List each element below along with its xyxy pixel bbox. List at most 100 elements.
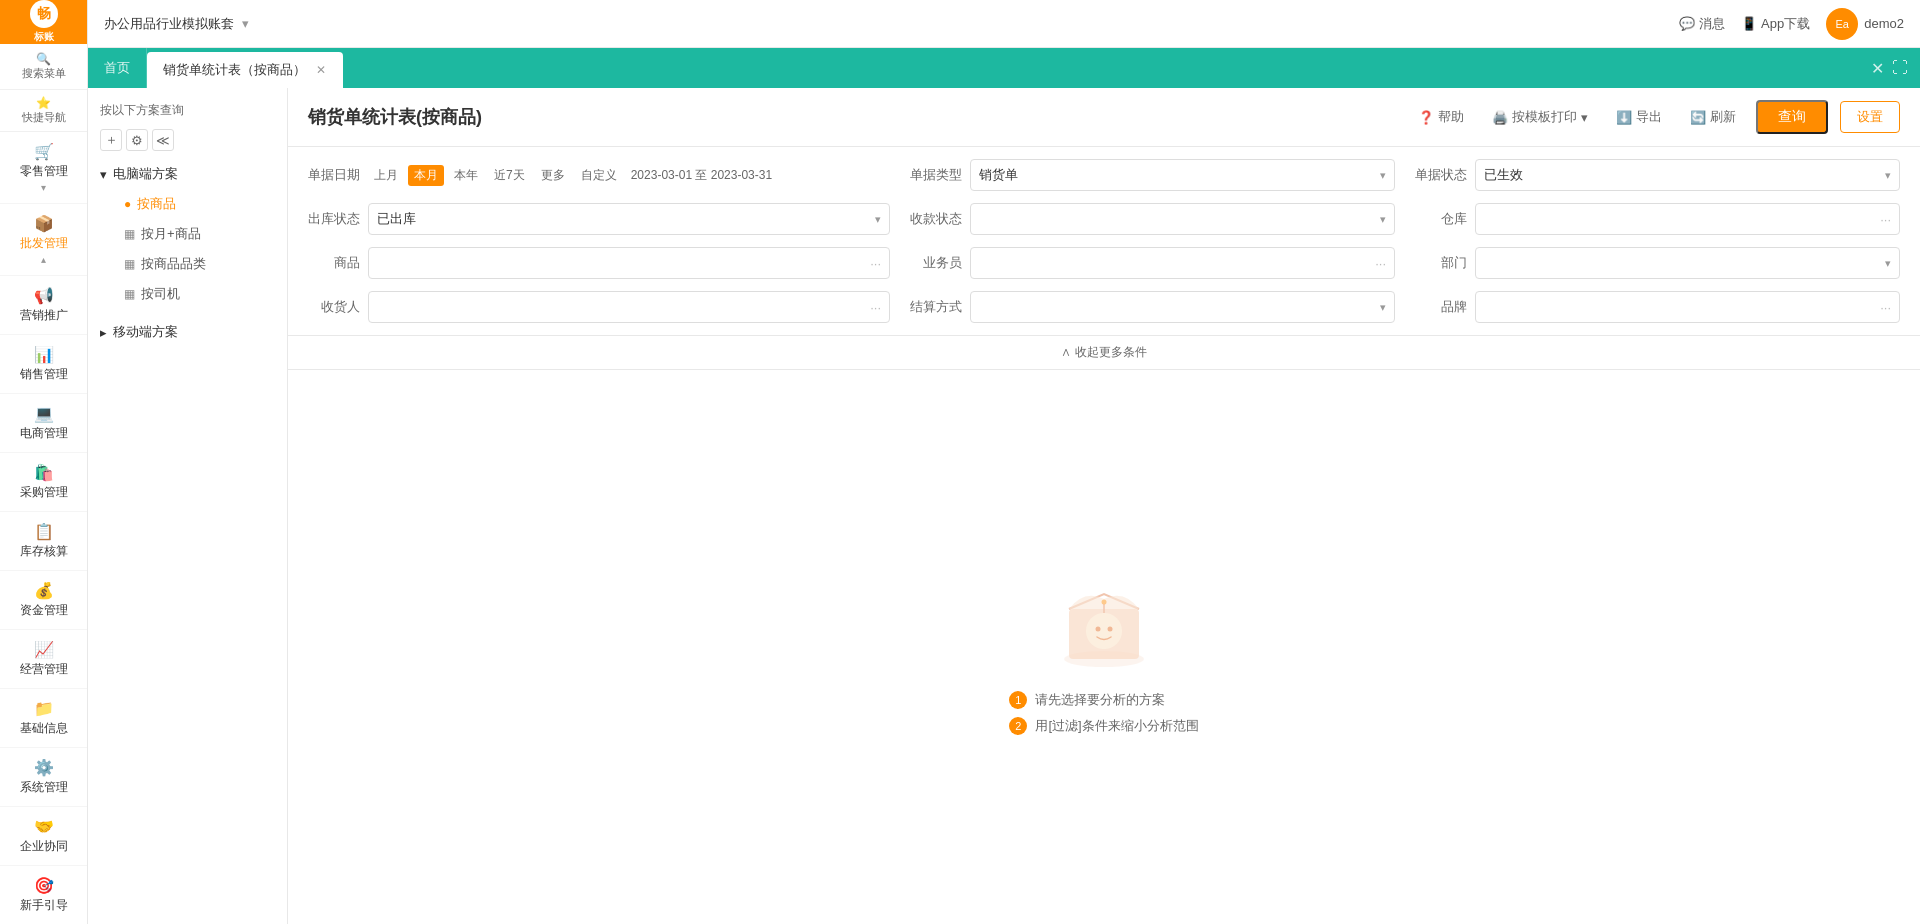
user-menu-btn[interactable]: Ea demo2 bbox=[1826, 8, 1904, 40]
doc-type-input[interactable]: 销货单 bbox=[970, 159, 1395, 191]
sidebar-item-finance[interactable]: 💰 资金管理 bbox=[0, 571, 87, 630]
sidebar-search[interactable]: 🔍 搜索菜单 bbox=[0, 44, 87, 90]
dept-arrow bbox=[1885, 257, 1891, 270]
date-tab-7days[interactable]: 近7天 bbox=[488, 165, 531, 186]
date-tab-custom[interactable]: 自定义 bbox=[575, 165, 623, 186]
tip-2-text: 用[过滤]条件来缩小分析范围 bbox=[1035, 717, 1198, 735]
date-tab-this-month[interactable]: 本月 bbox=[408, 165, 444, 186]
sidebar-item-basic[interactable]: 📁 基础信息 bbox=[0, 689, 87, 748]
settings-label: 设置 bbox=[1857, 108, 1883, 126]
sales-label: 销售管理 bbox=[20, 366, 68, 383]
close-tab-icon[interactable]: ✕ bbox=[1871, 59, 1884, 78]
sidebar-item-marketing[interactable]: 📢 营销推广 bbox=[0, 276, 87, 335]
by-category-label: 按商品品类 bbox=[141, 255, 206, 273]
svg-point-3 bbox=[1096, 627, 1101, 632]
sidebar-item-newbie[interactable]: 🎯 新手引导 bbox=[0, 866, 87, 924]
sidebar-item-enterprise[interactable]: 🤝 企业协同 bbox=[0, 807, 87, 866]
help-btn[interactable]: ❓ 帮助 bbox=[1410, 104, 1472, 130]
filter-out-status-field: 出库状态 已出库 bbox=[308, 203, 890, 235]
svg-point-2 bbox=[1086, 613, 1122, 649]
settings-btn[interactable]: 设置 bbox=[1840, 101, 1900, 133]
out-status-label: 出库状态 bbox=[308, 210, 368, 228]
scheme-item-by-category[interactable]: ▦ 按商品品类 bbox=[100, 249, 287, 279]
query-btn[interactable]: 查询 bbox=[1756, 100, 1828, 134]
scheme-item-by-product[interactable]: ● 按商品 bbox=[100, 189, 287, 219]
sidebar-item-operations[interactable]: 📈 经营管理 bbox=[0, 630, 87, 689]
sidebar-item-wholesale[interactable]: 📦 批发管理 ▴ bbox=[0, 204, 87, 276]
brand-input[interactable]: ··· bbox=[1475, 291, 1900, 323]
sidebar-item-system[interactable]: ⚙️ 系统管理 bbox=[0, 748, 87, 807]
help-icon: ❓ bbox=[1418, 110, 1434, 125]
salesperson-dots: ··· bbox=[1375, 256, 1386, 271]
user-name: demo2 bbox=[1864, 16, 1904, 31]
product-label: 商品 bbox=[308, 254, 368, 272]
filter-consignee-field: 收货人 ··· bbox=[308, 291, 890, 323]
scheme-item-by-printer[interactable]: ▦ 按司机 bbox=[100, 279, 287, 309]
logo-text: 标账 bbox=[34, 30, 54, 44]
basic-label: 基础信息 bbox=[20, 720, 68, 737]
receipt-status-arrow bbox=[1380, 213, 1386, 226]
filter-row-1: 单据日期 上月 本月 本年 近7天 更多 自定义 20 bbox=[308, 159, 1900, 191]
scheme-section-mobile-header[interactable]: ▸ 移动端方案 bbox=[88, 317, 287, 347]
tab-sales-stats[interactable]: 销货单统计表（按商品） ✕ bbox=[147, 52, 343, 88]
print-btn[interactable]: 🖨️ 按模板打印 ▾ bbox=[1484, 104, 1596, 130]
date-tab-this-year[interactable]: 本年 bbox=[448, 165, 484, 186]
system-icon: ⚙️ bbox=[34, 758, 54, 777]
tab-home[interactable]: 首页 bbox=[88, 48, 147, 88]
by-printer-label: 按司机 bbox=[141, 285, 180, 303]
message-btn[interactable]: 💬 消息 bbox=[1679, 15, 1725, 33]
help-label: 帮助 bbox=[1438, 108, 1464, 126]
date-tab-last-month[interactable]: 上月 bbox=[368, 165, 404, 186]
wholesale-arrow: ▴ bbox=[41, 254, 46, 265]
salesperson-input[interactable]: ··· bbox=[970, 247, 1395, 279]
industry-dropdown-icon[interactable]: ▾ bbox=[242, 16, 249, 31]
logo-icon: 畅 bbox=[30, 0, 58, 28]
product-input[interactable]: ··· bbox=[368, 247, 890, 279]
filter-warehouse-field: 仓库 ··· bbox=[1415, 203, 1900, 235]
operations-icon: 📈 bbox=[34, 640, 54, 659]
out-status-value: 已出库 bbox=[377, 210, 871, 228]
message-icon: 💬 bbox=[1679, 16, 1695, 31]
search-label: 搜索菜单 bbox=[22, 67, 66, 79]
sidebar-item-ecommerce[interactable]: 💻 电商管理 bbox=[0, 394, 87, 453]
scheme-section-pc: ▾ 电脑端方案 ● 按商品 ▦ 按月+商品 ▦ bbox=[88, 155, 287, 313]
sidebar-item-retail[interactable]: 🛒 零售管理 ▾ bbox=[0, 132, 87, 204]
industry-name: 办公用品行业模拟账套 bbox=[104, 15, 234, 33]
sidebar-item-purchase[interactable]: 🛍️ 采购管理 bbox=[0, 453, 87, 512]
scheme-add-btn[interactable]: ＋ bbox=[100, 129, 122, 151]
refresh-btn[interactable]: 🔄 刷新 bbox=[1682, 104, 1744, 130]
tip-num-2: 2 bbox=[1009, 717, 1027, 735]
receipt-status-input[interactable] bbox=[970, 203, 1395, 235]
filter-date-field: 单据日期 上月 本月 本年 近7天 更多 自定义 20 bbox=[308, 165, 890, 186]
newbie-icon: 🎯 bbox=[34, 876, 54, 895]
sidebar-item-quick-nav[interactable]: ⭐ 快捷导航 bbox=[0, 90, 87, 132]
consignee-input[interactable]: ··· bbox=[368, 291, 890, 323]
date-tab-more[interactable]: 更多 bbox=[535, 165, 571, 186]
app-logo[interactable]: 畅 标账 bbox=[0, 0, 87, 44]
warehouse-input[interactable]: ··· bbox=[1475, 203, 1900, 235]
scheme-item-by-month-product[interactable]: ▦ 按月+商品 bbox=[100, 219, 287, 249]
warehouse-dots: ··· bbox=[1880, 212, 1891, 227]
settlement-input[interactable] bbox=[970, 291, 1395, 323]
scheme-header-label: 按以下方案查询 bbox=[100, 102, 184, 119]
wholesale-label: 批发管理 bbox=[20, 235, 68, 252]
sidebar-item-sales[interactable]: 📊 销售管理 bbox=[0, 335, 87, 394]
doc-status-input[interactable]: 已生效 bbox=[1475, 159, 1900, 191]
avatar: Ea bbox=[1826, 8, 1858, 40]
home-tab-label: 首页 bbox=[104, 59, 130, 77]
dept-input[interactable] bbox=[1475, 247, 1900, 279]
tab-close-icon[interactable]: ✕ bbox=[316, 63, 326, 77]
export-btn[interactable]: ⬇️ 导出 bbox=[1608, 104, 1670, 130]
maximize-icon[interactable]: ⛶ bbox=[1892, 59, 1908, 77]
settlement-label: 结算方式 bbox=[910, 298, 970, 316]
scheme-section-pc-header[interactable]: ▾ 电脑端方案 bbox=[88, 159, 287, 189]
app-download-btn[interactable]: 📱 App下载 bbox=[1741, 15, 1810, 33]
collapse-conditions-btn[interactable]: ∧ 收起更多条件 bbox=[288, 336, 1920, 370]
svg-point-6 bbox=[1102, 600, 1107, 605]
tabbar-controls: ✕ ⛶ bbox=[1871, 59, 1920, 78]
out-status-input[interactable]: 已出库 bbox=[368, 203, 890, 235]
scheme-collapse-btn[interactable]: ≪ bbox=[152, 129, 174, 151]
scheme-settings-btn[interactable]: ⚙ bbox=[126, 129, 148, 151]
sidebar-item-inventory[interactable]: 📋 库存核算 bbox=[0, 512, 87, 571]
sales-icon: 📊 bbox=[34, 345, 54, 364]
